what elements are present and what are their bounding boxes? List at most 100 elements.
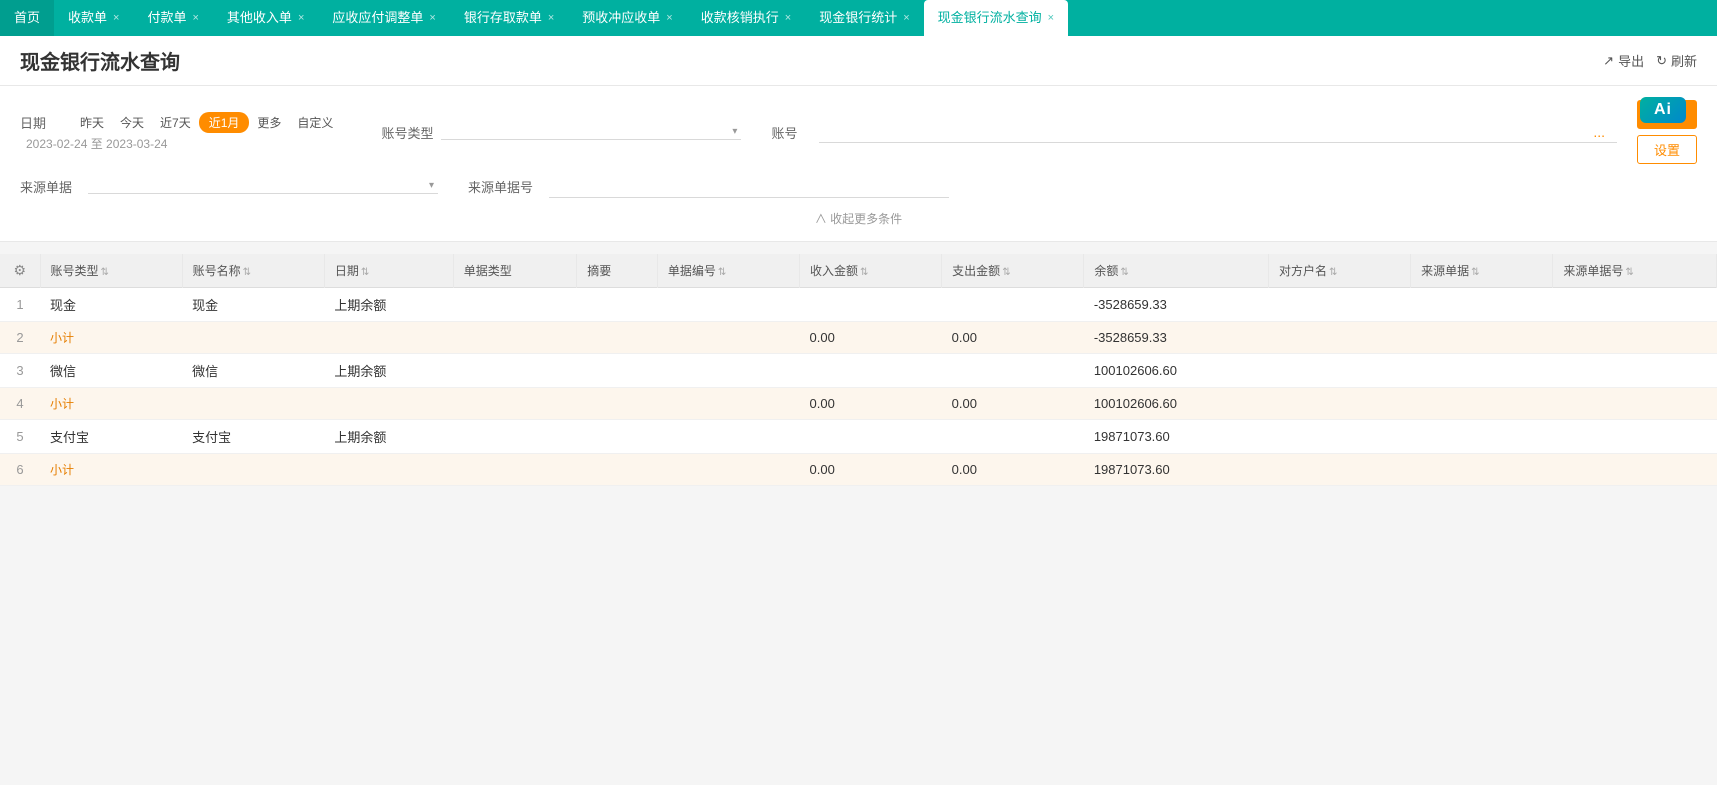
cell-doc-no — [657, 288, 799, 322]
cell-balance: -3528659.33 — [1084, 288, 1269, 322]
date-filter-block: 日期 昨天 今天 近7天 近1月 更多 自定义 2023-02-24 至 202… — [20, 112, 341, 152]
cell-account-name — [182, 322, 324, 354]
close-advance-icon[interactable]: × — [666, 0, 672, 36]
cell-doc-type — [453, 454, 577, 486]
cell-expense: 0.00 — [942, 388, 1084, 420]
date-today[interactable]: 今天 — [112, 112, 152, 133]
nav-cash-stat[interactable]: 现金银行统计 × — [805, 0, 923, 36]
account-no-field: ... — [819, 122, 1617, 143]
col-source-doc-no[interactable]: 来源单据号⇅ — [1553, 254, 1717, 288]
nav-adjustment[interactable]: 应收应付调整单 × — [318, 0, 449, 36]
table-row: 4小计0.000.00100102606.60 — [0, 388, 1717, 420]
date-custom[interactable]: 自定义 — [289, 112, 341, 133]
data-table: ⚙ 账号类型⇅ 账号名称⇅ 日期⇅ 单据类型 摘要 单据编号⇅ 收入金额⇅ — [0, 254, 1717, 486]
cell-summary — [577, 354, 658, 388]
nav-verify[interactable]: 收款核销执行 × — [687, 0, 805, 36]
nav-other-income[interactable]: 其他收入单 × — [213, 0, 318, 36]
close-payment-icon[interactable]: × — [192, 0, 198, 36]
sort-source-doc-no-icon: ⇅ — [1625, 267, 1633, 278]
cell-source-doc-no — [1553, 388, 1717, 420]
row-num: 1 — [0, 288, 40, 322]
cell-doc-type — [453, 288, 577, 322]
date-range-display: 2023-02-24 至 2023-03-24 — [26, 135, 341, 152]
col-source-doc[interactable]: 来源单据⇅ — [1411, 254, 1553, 288]
sort-account-name-icon: ⇅ — [243, 267, 251, 278]
close-verify-icon[interactable]: × — [785, 0, 791, 36]
cell-date: 上期余额 — [324, 354, 453, 388]
cell-balance: 100102606.60 — [1084, 388, 1269, 420]
col-income[interactable]: 收入金额⇅ — [800, 254, 942, 288]
nav-receipt[interactable]: 收款单 × — [54, 0, 133, 36]
date-1month[interactable]: 近1月 — [199, 112, 250, 133]
cell-income — [800, 288, 942, 322]
table-row: 5支付宝支付宝上期余额19871073.60 — [0, 420, 1717, 454]
cell-account-type: 小计 — [40, 388, 182, 420]
source-doc-no-label: 来源单据号 — [468, 177, 533, 196]
col-date[interactable]: 日期⇅ — [324, 254, 453, 288]
ai-badge[interactable]: Ai — [1640, 97, 1686, 123]
source-doc-label: 来源单据 — [20, 177, 72, 196]
cell-balance: 19871073.60 — [1084, 420, 1269, 454]
sort-doc-no-icon: ⇅ — [718, 267, 726, 278]
table-row: 1现金现金上期余额-3528659.33 — [0, 288, 1717, 322]
row-num: 4 — [0, 388, 40, 420]
nav-payment[interactable]: 付款单 × — [133, 0, 212, 36]
cell-doc-no — [657, 322, 799, 354]
source-doc-no-input[interactable] — [549, 174, 949, 198]
cell-balance: 100102606.60 — [1084, 354, 1269, 388]
col-account-type[interactable]: 账号类型⇅ — [40, 254, 182, 288]
header-actions: ↗ 导出 ↻ 刷新 — [1603, 51, 1697, 70]
data-table-container: ⚙ 账号类型⇅ 账号名称⇅ 日期⇅ 单据类型 摘要 单据编号⇅ 收入金额⇅ — [0, 254, 1717, 486]
cell-account-type: 小计 — [40, 454, 182, 486]
account-type-select[interactable]: ▾ — [441, 124, 741, 140]
nav-bank-deposit[interactable]: 银行存取款单 × — [450, 0, 568, 36]
cell-counterparty — [1269, 354, 1411, 388]
cell-income: 0.00 — [800, 454, 942, 486]
date-filter-row: 日期 昨天 今天 近7天 近1月 更多 自定义 2023-02-24 至 202… — [20, 100, 1697, 164]
col-balance[interactable]: 余额⇅ — [1084, 254, 1269, 288]
sort-counterparty-icon: ⇅ — [1329, 267, 1337, 278]
cell-source-doc-no — [1553, 354, 1717, 388]
cell-expense — [942, 354, 1084, 388]
close-receipt-icon[interactable]: × — [113, 0, 119, 36]
col-expense[interactable]: 支出金额⇅ — [942, 254, 1084, 288]
cell-account-type: 现金 — [40, 288, 182, 322]
refresh-button[interactable]: ↻ 刷新 — [1656, 51, 1697, 70]
collapse-up-icon: ∧ — [815, 212, 830, 226]
source-doc-arrow-icon: ▾ — [429, 180, 434, 191]
column-settings-icon[interactable]: ⚙ — [13, 262, 26, 278]
date-yesterday[interactable]: 昨天 — [72, 112, 112, 133]
nav-advance[interactable]: 预收冲应收单 × — [568, 0, 686, 36]
date-options: 昨天 今天 近7天 近1月 更多 自定义 — [72, 112, 341, 133]
page-header: 现金银行流水查询 ↗ 导出 ↻ 刷新 — [0, 36, 1717, 86]
sort-income-icon: ⇅ — [860, 267, 868, 278]
close-adjustment-icon[interactable]: × — [429, 0, 435, 36]
account-no-dots-button[interactable]: ... — [1593, 124, 1605, 140]
nav-cash-flow[interactable]: 现金银行流水查询 × — [924, 0, 1068, 36]
close-cash-flow-icon[interactable]: × — [1048, 0, 1054, 36]
collapse-bar[interactable]: ∧ 收起更多条件 — [20, 206, 1697, 231]
table-body: 1现金现金上期余额-3528659.332 小计 0.00 0.00 -3528659.… — [0, 288, 1717, 486]
account-type-group: 账号类型 ▾ 账号 ... — [381, 122, 1617, 143]
source-doc-select[interactable]: ▾ — [88, 178, 438, 194]
date-7days[interactable]: 近7天 — [152, 112, 199, 133]
close-bank-deposit-icon[interactable]: × — [548, 0, 554, 36]
top-navigation: 首页 收款单 × 付款单 × 其他收入单 × 应收应付调整单 × 银行存取款单 … — [0, 0, 1717, 36]
row-num: 2 — [0, 322, 40, 354]
cell-summary — [577, 388, 658, 420]
col-doc-no[interactable]: 单据编号⇅ — [657, 254, 799, 288]
export-button[interactable]: ↗ 导出 — [1603, 51, 1644, 70]
page-title: 现金银行流水查询 — [20, 46, 180, 75]
account-type-arrow-icon: ▾ — [732, 126, 737, 137]
settings-button[interactable]: 设置 — [1637, 135, 1697, 164]
col-account-name[interactable]: 账号名称⇅ — [182, 254, 324, 288]
nav-home[interactable]: 首页 — [0, 0, 54, 36]
date-more[interactable]: 更多 — [249, 112, 289, 133]
cell-doc-type — [453, 388, 577, 420]
cell-account-name — [182, 388, 324, 420]
close-other-income-icon[interactable]: × — [298, 0, 304, 36]
col-doc-type: 单据类型 — [453, 254, 577, 288]
sort-expense-icon: ⇅ — [1002, 267, 1010, 278]
close-cash-stat-icon[interactable]: × — [903, 0, 909, 36]
col-counterparty[interactable]: 对方户名⇅ — [1269, 254, 1411, 288]
